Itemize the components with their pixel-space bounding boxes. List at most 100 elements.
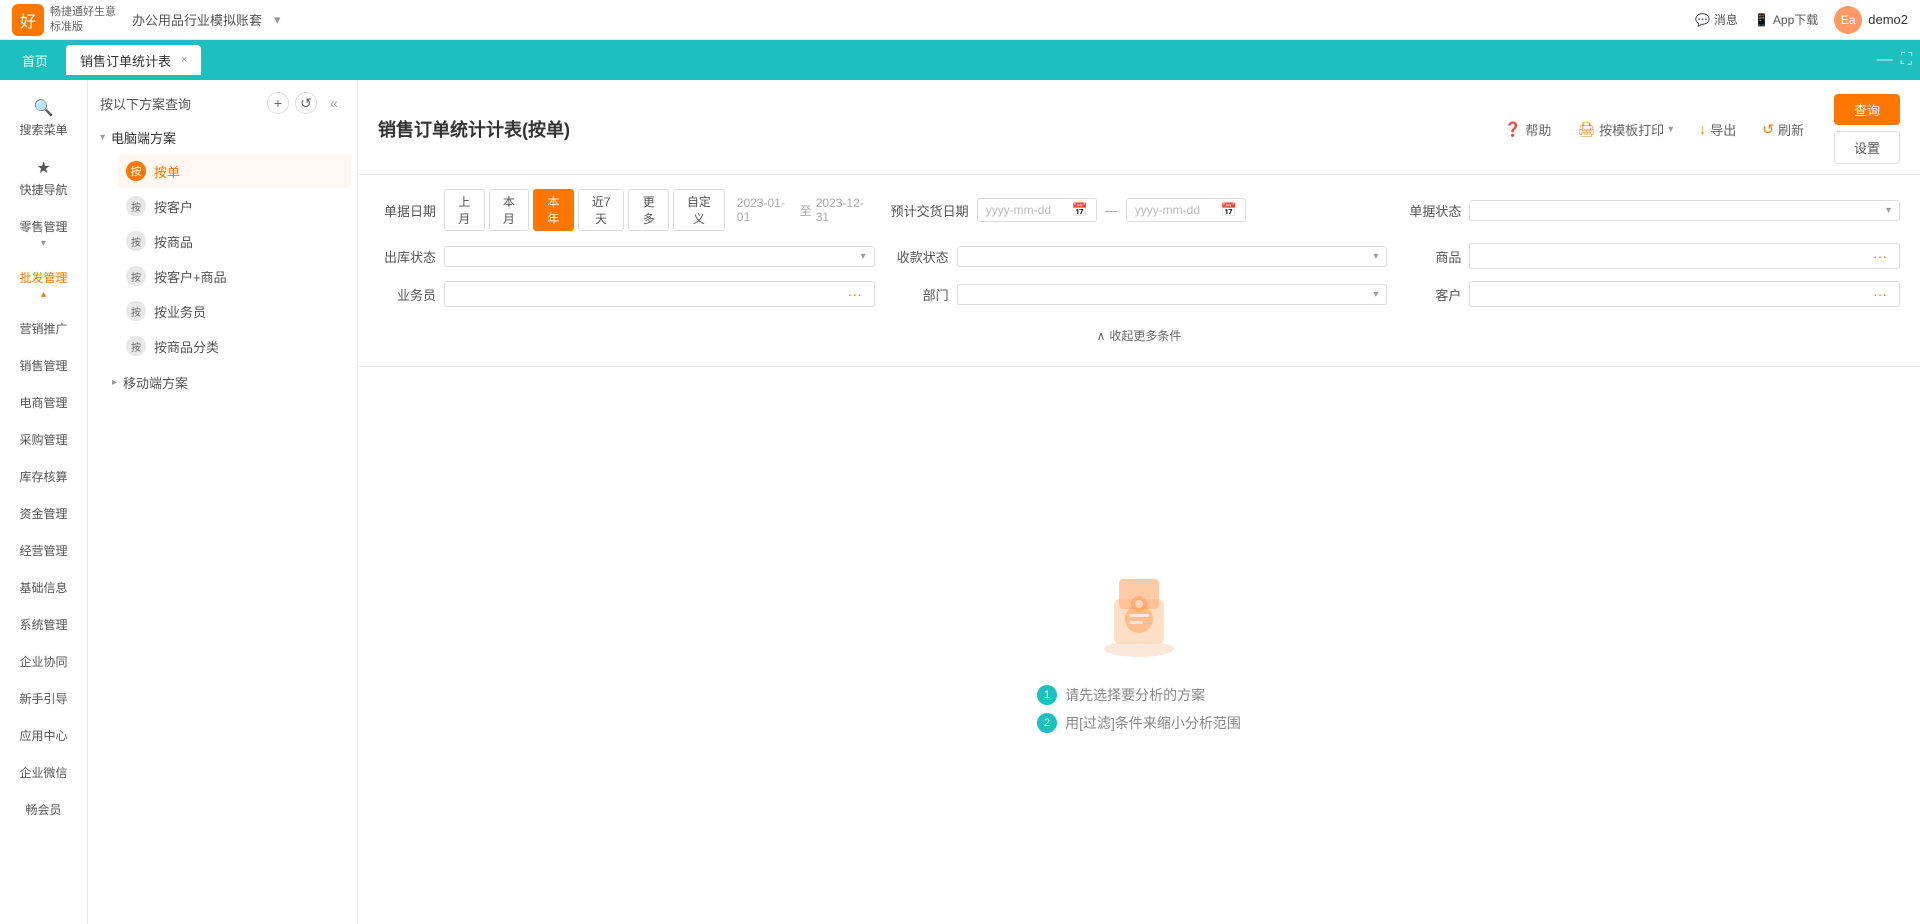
goods-select[interactable]: ··· [1469,243,1900,269]
tab-bar-actions: — ⛶ [1877,51,1912,69]
customer-more-btn[interactable]: ··· [1869,286,1891,302]
empty-tips: 1 请先选择要分析的方案 2 用[过滤]条件来缩小分析范围 [1037,685,1241,733]
help-btn[interactable]: ❓ 帮助 [1496,116,1559,143]
main-layout: 🔍 搜索菜单 ★ 快捷导航 零售管理 ▾ 批发管理 ▴ 营销推广 销售管理 电商… [0,80,1920,924]
scheme-item-by-order[interactable]: 按 按单 [118,154,351,188]
template-print-btn[interactable]: 🖨 按模板打印 ▾ [1569,116,1681,143]
dept-select[interactable]: ▾ [957,284,1388,305]
sidebar-item-marketing[interactable]: 营销推广 [0,310,87,347]
scheme-item-by-goods[interactable]: 按 按商品 [118,224,351,258]
date-btn-7days[interactable]: 近7天 [578,189,625,231]
receipt-arrow: ▾ [1373,251,1378,262]
status-arrow: ▾ [1886,205,1891,216]
message-icon: 💬 [1695,13,1710,27]
user-area[interactable]: Ea demo2 [1834,6,1908,34]
left-panel-actions: + ↺ « [267,92,345,114]
scheme-icon-salesman: 按 [126,301,146,321]
customer-select[interactable]: ··· [1469,281,1900,307]
date-btn-lastmonth[interactable]: 上月 [444,189,485,231]
add-scheme-btn[interactable]: + [267,92,289,114]
receipt-status-select[interactable]: ▾ [957,246,1388,267]
app-title: 办公用品行业模拟账套 [132,10,262,29]
collapse-icon: ∧ [1097,329,1106,343]
refresh-btn[interactable]: ↺ 刷新 [1754,116,1812,143]
filter-area: 单据日期 上月 本月 本年 近7天 更多 自定义 2023-01-01 至 [358,175,1920,367]
sidebar-item-retail[interactable]: 零售管理 ▾ [0,208,87,259]
scheme-group-mobile-header[interactable]: ▸ 移动端方案 [100,367,357,398]
date-range-display: 2023-01-01 至 2023-12-31 [737,196,875,224]
scheme-items: 按 按单 按 按客户 按 按商品 按 按客户+商品 [88,154,357,363]
salesman-more-btn[interactable]: ··· [844,286,866,302]
goods-more-btn[interactable]: ··· [1869,248,1891,264]
user-name: demo2 [1868,12,1908,27]
date-btn-more[interactable]: 更多 [628,189,669,231]
sidebar-item-finance[interactable]: 资金管理 [0,495,87,532]
page-title: 销售订单统计计表(按单) [378,116,570,142]
sidebar-item-newbie[interactable]: 新手引导 [0,680,87,717]
sidebar-item-member[interactable]: 畅会员 [0,791,87,828]
search-icon: 🔍 [34,98,54,118]
tip-num-2: 2 [1037,713,1057,733]
empty-illustration [1084,559,1194,669]
print-dropdown-icon: ▾ [1668,124,1673,135]
sidebar-item-wholesale[interactable]: 批发管理 ▴ [0,259,87,310]
filter-block-customer: 客户 ··· [1403,281,1900,307]
export-btn[interactable]: ↓ 导出 [1691,116,1744,143]
tab-bar: 首页 销售订单统计表 × — ⛶ [0,40,1920,80]
settings-btn[interactable]: 设置 [1834,131,1900,164]
filter-block-goods: 商品 ··· [1403,243,1900,269]
collapse-more-btn[interactable]: ∧ 收起更多条件 [378,319,1900,352]
sidebar-item-operations[interactable]: 经营管理 [0,532,87,569]
app-download-btn[interactable]: 📱 App下载 [1754,11,1818,28]
message-btn[interactable]: 💬 消息 [1695,11,1738,28]
out-status-select[interactable]: ▾ [444,246,875,267]
sidebar-item-system[interactable]: 系统管理 [0,606,87,643]
tab-minimize-btn[interactable]: — [1877,51,1893,69]
filter-block-receiptstatus: 收款状态 ▾ [891,246,1388,267]
sidebar-item-quicknav[interactable]: ★ 快捷导航 [0,148,87,208]
scheme-icon-active: 按 [126,161,146,181]
scheme-item-by-customer[interactable]: 按 按客户 [118,189,351,223]
tab-maximize-btn[interactable]: ⛶ [1901,51,1912,69]
scheme-item-by-salesman[interactable]: 按 按业务员 [118,294,351,328]
refresh-scheme-btn[interactable]: ↺ [295,92,317,114]
query-btn[interactable]: 查询 [1834,94,1900,125]
tab-close-btn[interactable]: × [181,54,187,66]
customer-label: 客户 [1403,285,1461,304]
dash: — [1105,203,1118,218]
sidebar-item-search[interactable]: 🔍 搜索菜单 [0,88,87,148]
avatar: Ea [1834,6,1862,34]
date-btn-thismonth[interactable]: 本月 [489,189,530,231]
collapse-panel-btn[interactable]: « [323,92,345,114]
sidebar-item-ecommerce[interactable]: 电商管理 [0,384,87,421]
date-quick-btns: 上月 本月 本年 近7天 更多 自定义 [444,189,725,231]
salesman-select[interactable]: ··· [444,281,875,307]
expected-date-label: 预计交货日期 [891,201,969,220]
sidebar-item-sales[interactable]: 销售管理 [0,347,87,384]
expected-date-from[interactable]: yyyy-mm-dd 📅 [977,198,1097,222]
tab-home[interactable]: 首页 [8,45,62,75]
sidebar-item-basic[interactable]: 基础信息 [0,569,87,606]
salesman-label: 业务员 [378,285,436,304]
filter-block-dept: 部门 ▾ [891,284,1388,305]
sidebar-item-wecom[interactable]: 企业微信 [0,754,87,791]
logo: 好 畅捷通好生意 标准版 [12,4,116,36]
date-btn-custom[interactable]: 自定义 [673,189,725,231]
filter-row-2: 出库状态 ▾ 收款状态 ▾ 商品 [378,243,1900,269]
scheme-item-by-customer-goods[interactable]: 按 按客户+商品 [118,259,351,293]
scheme-item-by-category[interactable]: 按 按商品分类 [118,329,351,363]
filter-row-3: 业务员 ··· 部门 ▾ 客户 [378,281,1900,307]
sidebar-item-inventory[interactable]: 库存核算 [0,458,87,495]
empty-tip-2: 2 用[过滤]条件来缩小分析范围 [1037,713,1241,733]
app-title-dropdown[interactable]: ▾ [274,12,281,28]
tab-active[interactable]: 销售订单统计表 × [66,45,201,75]
sidebar-item-purchase[interactable]: 采购管理 [0,421,87,458]
status-select[interactable]: ▾ [1469,200,1900,221]
scheme-group-pc-header[interactable]: ▾ 电脑端方案 [88,122,357,153]
expected-date-to[interactable]: yyyy-mm-dd 📅 [1126,198,1246,222]
pc-group-arrow: ▾ [100,132,105,143]
sidebar-item-collab[interactable]: 企业协同 [0,643,87,680]
date-btn-thisyear[interactable]: 本年 [533,189,574,231]
sidebar-item-appcenter[interactable]: 应用中心 [0,717,87,754]
print-icon: 🖨 [1577,121,1595,138]
